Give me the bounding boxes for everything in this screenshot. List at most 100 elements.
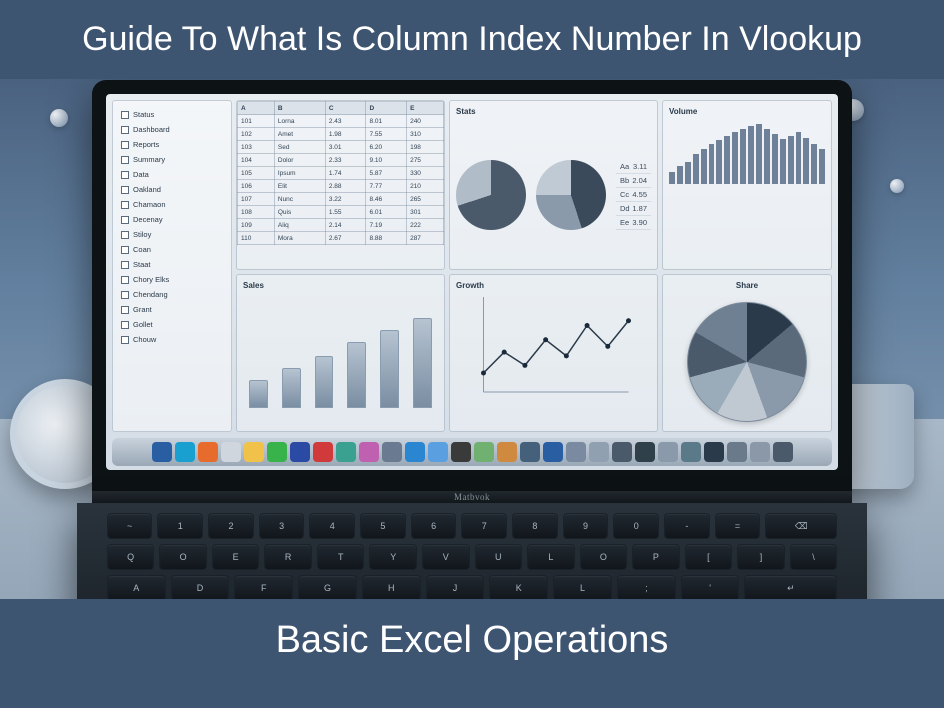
cell[interactable]: 7.19: [366, 219, 407, 232]
keyboard-key[interactable]: J: [426, 575, 485, 599]
cell[interactable]: Aliq: [274, 219, 325, 232]
cell[interactable]: 2.33: [325, 154, 366, 167]
cell[interactable]: Quis: [274, 206, 325, 219]
dock-app-icon[interactable]: [474, 442, 494, 462]
dock-app-icon[interactable]: [428, 442, 448, 462]
cell[interactable]: 287: [407, 232, 444, 245]
keyboard-key[interactable]: =: [715, 513, 761, 539]
column-header[interactable]: B: [274, 102, 325, 115]
cell[interactable]: 104: [238, 154, 275, 167]
cell[interactable]: Lorna: [274, 115, 325, 128]
keyboard-key[interactable]: 2: [208, 513, 254, 539]
cell[interactable]: 3.01: [325, 141, 366, 154]
keyboard-key[interactable]: ]: [737, 544, 785, 570]
keyboard-key[interactable]: E: [212, 544, 260, 570]
dock-app-icon[interactable]: [750, 442, 770, 462]
dock-app-icon[interactable]: [359, 442, 379, 462]
keyboard-key[interactable]: 8: [512, 513, 558, 539]
keyboard-key[interactable]: T: [317, 544, 365, 570]
cell[interactable]: 6.20: [366, 141, 407, 154]
column-header[interactable]: E: [407, 102, 444, 115]
sidebar-item[interactable]: Stiloy: [119, 227, 225, 242]
keyboard-key[interactable]: L: [527, 544, 575, 570]
keyboard-key[interactable]: 3: [259, 513, 305, 539]
cell[interactable]: 2.14: [325, 219, 366, 232]
keyboard-key[interactable]: G: [298, 575, 357, 599]
sidebar-item[interactable]: Coan: [119, 242, 225, 257]
dock-app-icon[interactable]: [497, 442, 517, 462]
dock-app-icon[interactable]: [773, 442, 793, 462]
cell[interactable]: 103: [238, 141, 275, 154]
keyboard-key[interactable]: 9: [563, 513, 609, 539]
sidebar-item[interactable]: Chamaon: [119, 197, 225, 212]
keyboard-key[interactable]: ;: [617, 575, 676, 599]
sidebar-item[interactable]: Decenay: [119, 212, 225, 227]
dock-app-icon[interactable]: [267, 442, 287, 462]
cell[interactable]: 109: [238, 219, 275, 232]
sidebar-item[interactable]: Data: [119, 167, 225, 182]
dock-app-icon[interactable]: [175, 442, 195, 462]
cell[interactable]: 275: [407, 154, 444, 167]
dock-app-icon[interactable]: [704, 442, 724, 462]
dock-app-icon[interactable]: [681, 442, 701, 462]
keyboard-key[interactable]: ⌫: [765, 513, 837, 539]
cell[interactable]: Mora: [274, 232, 325, 245]
macos-dock[interactable]: [112, 438, 832, 466]
dock-app-icon[interactable]: [382, 442, 402, 462]
cell[interactable]: 265: [407, 193, 444, 206]
table-row[interactable]: 108Quis1.556.01301: [238, 206, 444, 219]
cell[interactable]: 310: [407, 128, 444, 141]
keyboard-key[interactable]: L: [553, 575, 612, 599]
cell[interactable]: 107: [238, 193, 275, 206]
dock-app-icon[interactable]: [152, 442, 172, 462]
dock-app-icon[interactable]: [589, 442, 609, 462]
dock-app-icon[interactable]: [543, 442, 563, 462]
cell[interactable]: 8.88: [366, 232, 407, 245]
cell[interactable]: 1.74: [325, 167, 366, 180]
sidebar-item[interactable]: Chory Elks: [119, 272, 225, 287]
sidebar-item[interactable]: Reports: [119, 137, 225, 152]
keyboard-key[interactable]: K: [489, 575, 548, 599]
dock-app-icon[interactable]: [566, 442, 586, 462]
cell[interactable]: 8.01: [366, 115, 407, 128]
keyboard-key[interactable]: [: [685, 544, 733, 570]
keyboard-key[interactable]: ~: [107, 513, 153, 539]
table-row[interactable]: 109Aliq2.147.19222: [238, 219, 444, 232]
sidebar-item[interactable]: Summary: [119, 152, 225, 167]
cell[interactable]: 106: [238, 180, 275, 193]
keyboard-key[interactable]: O: [580, 544, 628, 570]
cell[interactable]: Ipsum: [274, 167, 325, 180]
dock-app-icon[interactable]: [658, 442, 678, 462]
keyboard-key[interactable]: U: [475, 544, 523, 570]
keyboard-key[interactable]: -: [664, 513, 710, 539]
sidebar-item[interactable]: Dashboard: [119, 122, 225, 137]
sidebar-item[interactable]: Grant: [119, 302, 225, 317]
cell[interactable]: Nunc: [274, 193, 325, 206]
cell[interactable]: Amet: [274, 128, 325, 141]
keyboard-key[interactable]: R: [264, 544, 312, 570]
dock-app-icon[interactable]: [727, 442, 747, 462]
keyboard-key[interactable]: 7: [461, 513, 507, 539]
cell[interactable]: 101: [238, 115, 275, 128]
cell[interactable]: 330: [407, 167, 444, 180]
cell[interactable]: 210: [407, 180, 444, 193]
dock-app-icon[interactable]: [612, 442, 632, 462]
cell[interactable]: 2.43: [325, 115, 366, 128]
cell[interactable]: 108: [238, 206, 275, 219]
column-header[interactable]: D: [366, 102, 407, 115]
cell[interactable]: 102: [238, 128, 275, 141]
table-row[interactable]: 103Sed3.016.20198: [238, 141, 444, 154]
dock-app-icon[interactable]: [221, 442, 241, 462]
table-row[interactable]: 110Mora2.678.88287: [238, 232, 444, 245]
keyboard-key[interactable]: 5: [360, 513, 406, 539]
table-row[interactable]: 106Elit2.887.77210: [238, 180, 444, 193]
keyboard-key[interactable]: P: [632, 544, 680, 570]
table-row[interactable]: 105Ipsum1.745.87330: [238, 167, 444, 180]
column-header[interactable]: A: [238, 102, 275, 115]
cell[interactable]: 3.22: [325, 193, 366, 206]
cell[interactable]: 105: [238, 167, 275, 180]
cell[interactable]: 9.10: [366, 154, 407, 167]
cell[interactable]: 2.67: [325, 232, 366, 245]
table-row[interactable]: 102Amet1.987.55310: [238, 128, 444, 141]
cell[interactable]: 222: [407, 219, 444, 232]
